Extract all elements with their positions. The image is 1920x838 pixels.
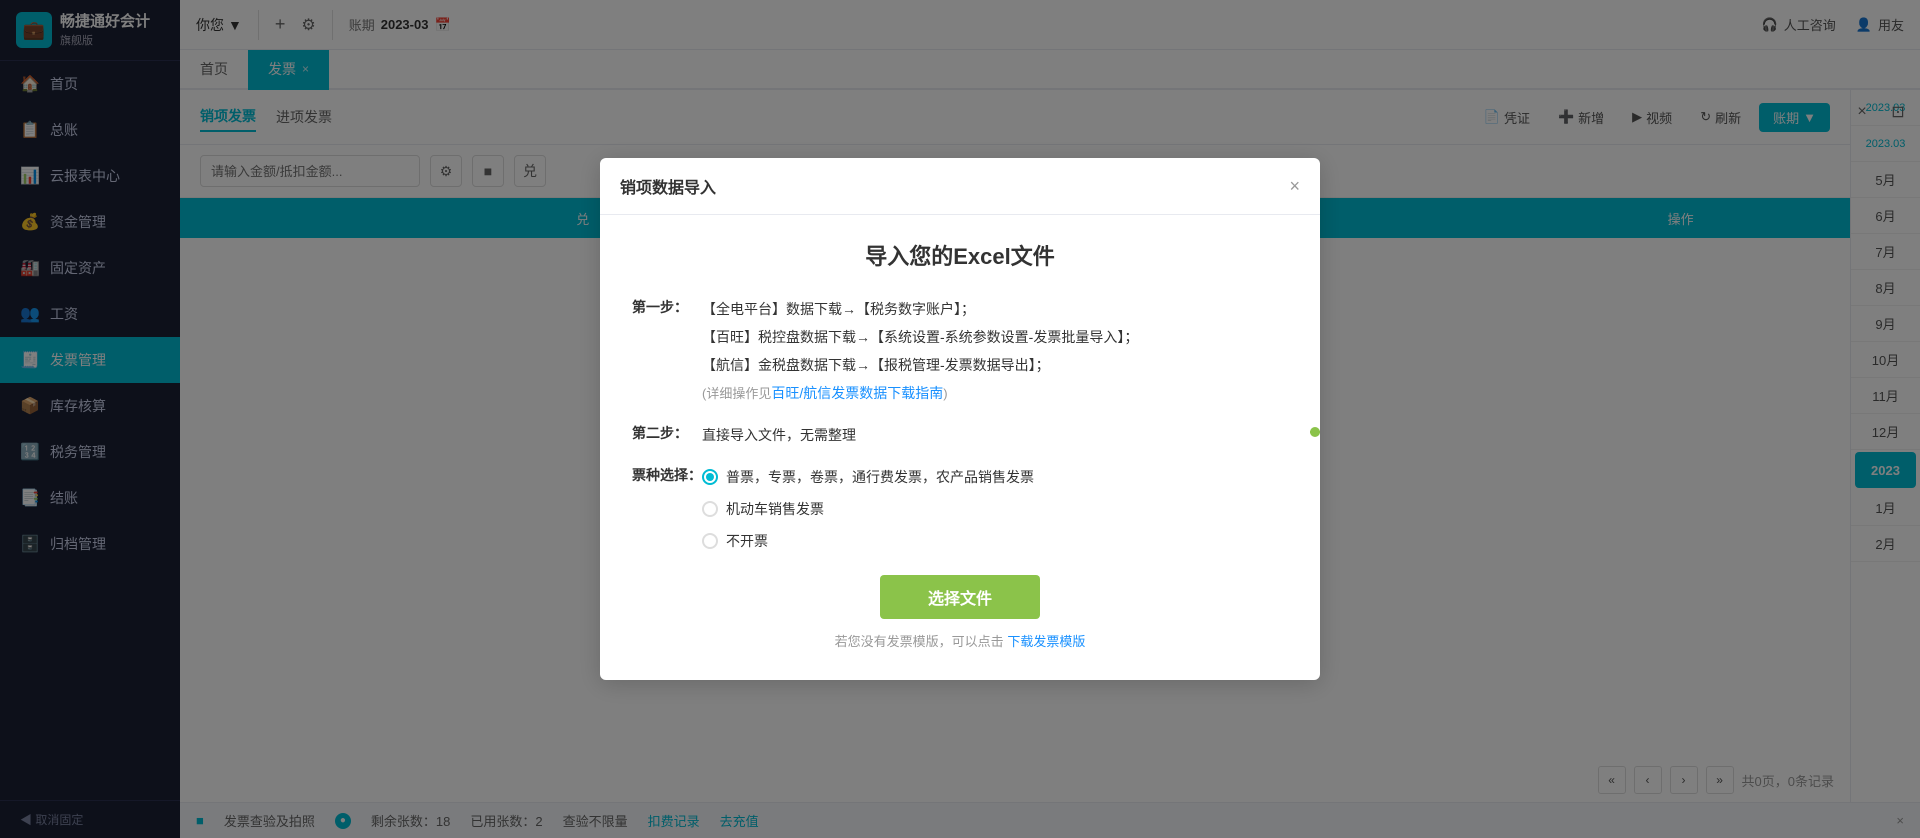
step1-link[interactable]: 百旺/航信发票数据下载指南 xyxy=(771,385,943,401)
tooltip-line xyxy=(1310,431,1320,433)
step1-content: 【全电平台】数据下载→【税务数字账户】； 【百旺】税控盘数据下载→【系统设置-系… xyxy=(702,295,1138,407)
radio-normal-label: 普票，专票，卷票，通行费发票，农产品销售发票 xyxy=(726,467,1034,487)
radio-no[interactable]: 不开票 xyxy=(702,531,1034,551)
step1-line3: 【航信】金税盘数据下载→【报税管理-发票数据导出】； xyxy=(702,351,1138,379)
step1-link-wrap: (详细操作见百旺/航信发票数据下载指南) xyxy=(702,379,1138,407)
tooltip-row: × 现在支持的票种多了，导入发票时别忘了选择正确的发票类型呀! xyxy=(1310,399,1320,465)
step2-row: 第二步： 直接导入文件，无需整理 xyxy=(632,421,1288,449)
modal-main-title: 导入您的Excel文件 xyxy=(632,239,1288,271)
step1-row: 第一步： 【全电平台】数据下载→【税务数字账户】； 【百旺】税控盘数据下载→【系… xyxy=(632,295,1288,407)
modal-title: 销项数据导入 xyxy=(620,174,716,198)
step2-content: 直接导入文件，无需整理 xyxy=(702,421,856,449)
step1-line2: 【百旺】税控盘数据下载→【系统设置-系统参数设置-发票批量导入】； xyxy=(702,323,1138,351)
modal-footer-tip: 若您没有发票模版，可以点击 下载发票模版 xyxy=(632,631,1288,650)
modal-header: 销项数据导入 × xyxy=(600,158,1320,215)
step1-line1: 【全电平台】数据下载→【税务数字账户】； xyxy=(702,295,1138,323)
tooltip-wrapper: × 现在支持的票种多了，导入发票时别忘了选择正确的发票类型呀! xyxy=(1310,399,1320,465)
footer-link[interactable]: 下载发票模版 xyxy=(1007,634,1085,649)
radio-car-label: 机动车销售发票 xyxy=(726,499,824,519)
modal-close-btn[interactable]: × xyxy=(1289,177,1300,195)
step2-label: 第二步： xyxy=(632,423,702,449)
step1-tip-suffix: ) xyxy=(943,386,947,401)
radio-no-label: 不开票 xyxy=(726,531,768,551)
radio-no-circle xyxy=(702,533,718,549)
radio-group: 普票，专票，卷票，通行费发票，农产品销售发票 机动车销售发票 不开票 xyxy=(702,467,1034,551)
radio-normal-circle xyxy=(702,469,718,485)
radio-normal-inner xyxy=(706,473,714,481)
step2-text: 直接导入文件，无需整理 xyxy=(702,427,856,443)
step1-tip-prefix: (详细操作见 xyxy=(702,386,771,401)
modal: 销项数据导入 × 导入您的Excel文件 第一步： 【全电平台】数据下载→【税务… xyxy=(600,158,1320,680)
radio-normal[interactable]: 普票，专票，卷票，通行费发票，农产品销售发票 xyxy=(702,467,1034,487)
radio-car-circle xyxy=(702,501,718,517)
ticket-label: 票种选择： xyxy=(632,465,702,485)
ticket-row: 票种选择： 普票，专票，卷票，通行费发票，农产品销售发票 机动车销售发票 xyxy=(632,463,1288,551)
tooltip-dot-left xyxy=(1310,427,1320,437)
footer-tip-text: 若您没有发票模版，可以点击 xyxy=(835,634,1004,649)
modal-overlay[interactable]: 销项数据导入 × 导入您的Excel文件 第一步： 【全电平台】数据下载→【税务… xyxy=(0,0,1920,838)
radio-car[interactable]: 机动车销售发票 xyxy=(702,499,1034,519)
modal-body: 导入您的Excel文件 第一步： 【全电平台】数据下载→【税务数字账户】； 【百… xyxy=(600,215,1320,680)
select-file-btn[interactable]: 选择文件 xyxy=(880,575,1040,619)
step1-label: 第一步： xyxy=(632,297,702,407)
